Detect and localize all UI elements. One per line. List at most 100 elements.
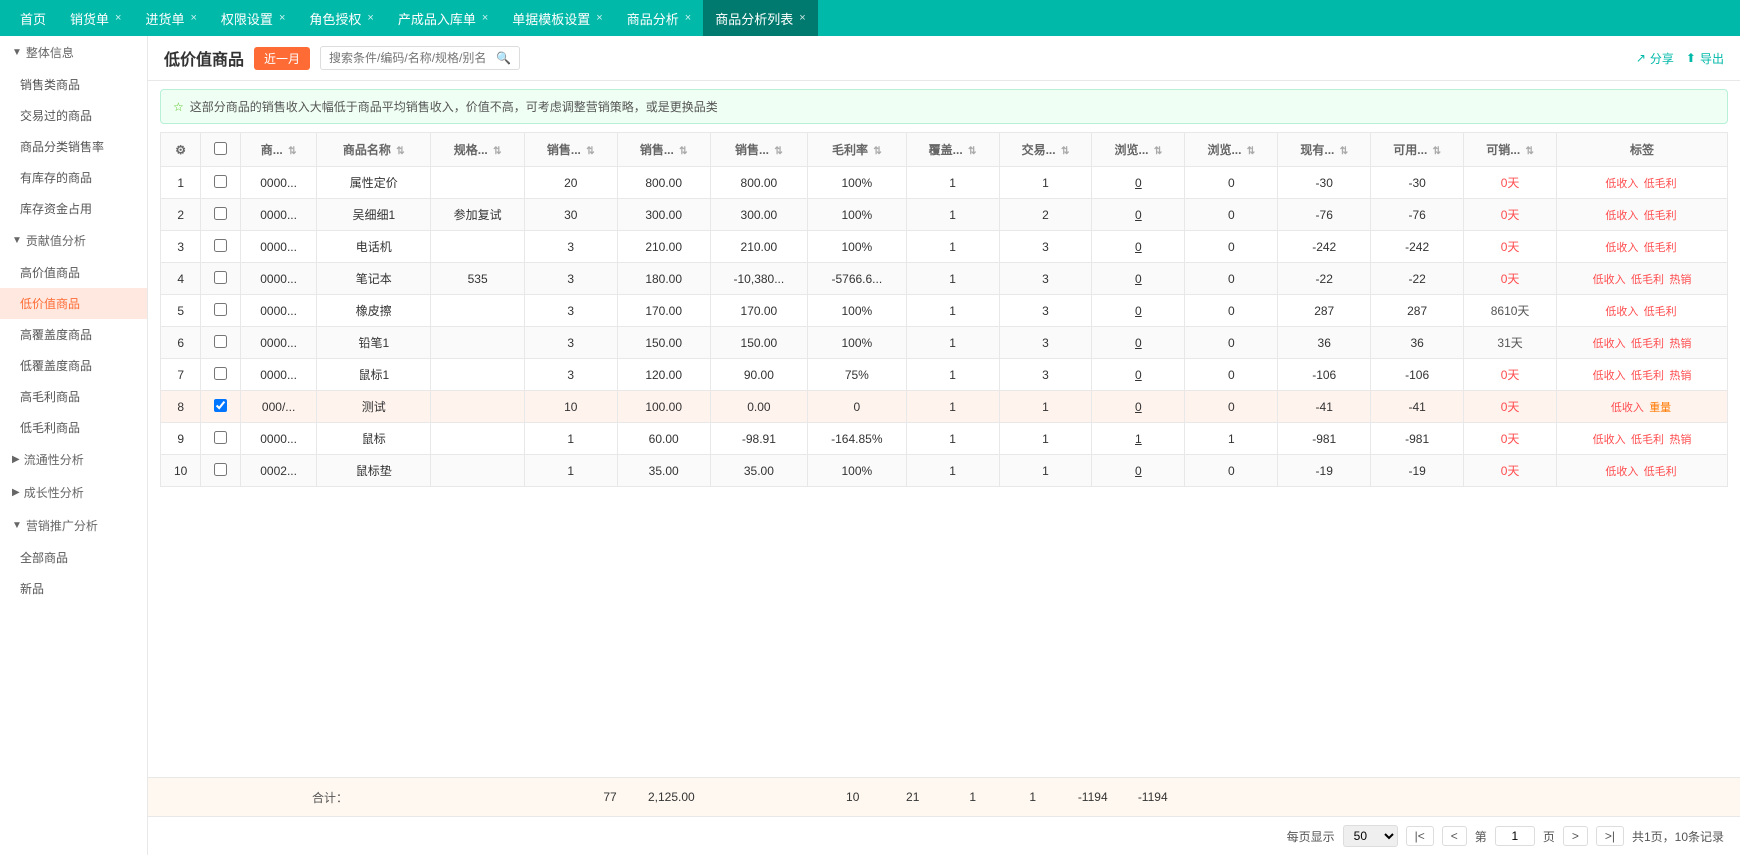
sidebar-item-low-coverage[interactable]: 低覆盖度商品 <box>0 350 147 381</box>
select-all-checkbox[interactable] <box>214 142 227 155</box>
col-margin[interactable]: 毛利率 ⇅ <box>808 133 906 167</box>
cell-view1[interactable]: 0 <box>1092 199 1185 231</box>
row-checkbox[interactable] <box>214 367 227 380</box>
col-saleable[interactable]: 可销... ⇅ <box>1464 133 1557 167</box>
sidebar-group-overall[interactable]: ▼ 整体信息 <box>0 36 147 69</box>
cell-checkbox[interactable] <box>201 263 241 295</box>
nav-item-warehouse[interactable]: 产成品入库单 × <box>386 0 500 36</box>
cell-view1[interactable]: 0 <box>1092 263 1185 295</box>
cell-checkbox[interactable] <box>201 391 241 423</box>
cell-view1[interactable]: 0 <box>1092 455 1185 487</box>
nav-item-analysis-list[interactable]: 商品分析列表 × <box>703 0 817 36</box>
row-checkbox[interactable] <box>214 207 227 220</box>
sidebar-item-capital[interactable]: 库存资金占用 <box>0 193 147 224</box>
col-coverage[interactable]: 覆盖... ⇅ <box>906 133 999 167</box>
cell-view1[interactable]: 0 <box>1092 167 1185 199</box>
last-page-button[interactable]: >| <box>1596 826 1624 846</box>
cell-checkbox[interactable] <box>201 167 241 199</box>
close-icon[interactable]: × <box>279 12 285 24</box>
col-sale-price[interactable]: 销售... ⇅ <box>710 133 807 167</box>
close-icon[interactable]: × <box>799 12 805 24</box>
nav-item-permissions[interactable]: 权限设置 × <box>209 0 297 36</box>
sidebar-item-high-margin[interactable]: 高毛利商品 <box>0 381 147 412</box>
row-checkbox[interactable] <box>214 271 227 284</box>
page-size-select[interactable]: 50 100 <box>1343 825 1398 847</box>
sidebar-item-sales-goods[interactable]: 销售类商品 <box>0 69 147 100</box>
close-icon[interactable]: × <box>190 12 196 24</box>
cell-view1[interactable]: 0 <box>1092 391 1185 423</box>
close-icon[interactable]: × <box>482 12 488 24</box>
col-available[interactable]: 可用... ⇅ <box>1371 133 1464 167</box>
filter-recent-month-button[interactable]: 近一月 <box>254 47 310 70</box>
sidebar-item-high-coverage[interactable]: 高覆盖度商品 <box>0 319 147 350</box>
sidebar-item-traded-goods[interactable]: 交易过的商品 <box>0 100 147 131</box>
col-spec[interactable]: 规格... ⇅ <box>431 133 524 167</box>
view-link[interactable]: 0 <box>1135 368 1142 382</box>
view-link[interactable]: 0 <box>1135 304 1142 318</box>
row-checkbox[interactable] <box>214 303 227 316</box>
search-icon[interactable]: 🔍 <box>496 51 511 65</box>
nav-item-roles[interactable]: 角色授权 × <box>297 0 385 36</box>
sort-icon[interactable]: ⇅ <box>586 146 594 157</box>
cell-checkbox[interactable] <box>201 327 241 359</box>
row-checkbox[interactable] <box>214 463 227 476</box>
nav-item-template[interactable]: 单据模板设置 × <box>500 0 614 36</box>
sort-icon[interactable]: ⇅ <box>396 146 404 157</box>
sidebar-group-growth[interactable]: ▶ 成长性分析 <box>0 476 147 509</box>
row-checkbox[interactable] <box>214 431 227 444</box>
col-code[interactable]: 商... ⇅ <box>241 133 317 167</box>
close-icon[interactable]: × <box>115 12 121 24</box>
view-link[interactable]: 0 <box>1135 240 1142 254</box>
view-link[interactable]: 0 <box>1135 272 1142 286</box>
cell-view1[interactable]: 1 <box>1092 423 1185 455</box>
close-icon[interactable]: × <box>367 12 373 24</box>
sort-icon[interactable]: ⇅ <box>1340 146 1348 157</box>
sidebar-group-marketing[interactable]: ▼ 营销推广分析 <box>0 509 147 542</box>
sort-icon[interactable]: ⇅ <box>873 146 881 157</box>
sort-icon[interactable]: ⇅ <box>1154 146 1162 157</box>
sort-icon[interactable]: ⇅ <box>1247 146 1255 157</box>
sidebar-item-new-goods[interactable]: 新品 <box>0 573 147 604</box>
nav-item-analysis[interactable]: 商品分析 × <box>615 0 703 36</box>
row-checkbox[interactable] <box>214 399 227 412</box>
view-link[interactable]: 0 <box>1135 464 1142 478</box>
sort-icon[interactable]: ⇅ <box>679 146 687 157</box>
col-view2[interactable]: 浏览... ⇅ <box>1185 133 1278 167</box>
row-checkbox[interactable] <box>214 239 227 252</box>
view-link[interactable]: 0 <box>1135 208 1142 222</box>
nav-item-sales[interactable]: 销货单 × <box>58 0 133 36</box>
col-sale-amount[interactable]: 销售... ⇅ <box>617 133 710 167</box>
cell-checkbox[interactable] <box>201 423 241 455</box>
sort-icon[interactable]: ⇅ <box>1061 146 1069 157</box>
close-icon[interactable]: × <box>685 12 691 24</box>
sidebar-item-low-margin[interactable]: 低毛利商品 <box>0 412 147 443</box>
sidebar-item-stock-goods[interactable]: 有库存的商品 <box>0 162 147 193</box>
sidebar-item-low-value[interactable]: 低价值商品 <box>0 288 147 319</box>
sort-icon[interactable]: ⇅ <box>1433 146 1441 157</box>
cell-view1[interactable]: 0 <box>1092 295 1185 327</box>
row-checkbox[interactable] <box>214 335 227 348</box>
sort-icon[interactable]: ⇅ <box>493 146 501 157</box>
col-trade[interactable]: 交易... ⇅ <box>999 133 1092 167</box>
col-sale-qty[interactable]: 销售... ⇅ <box>524 133 617 167</box>
sidebar-item-high-value[interactable]: 高价值商品 <box>0 257 147 288</box>
view-link[interactable]: 0 <box>1135 176 1142 190</box>
search-input[interactable] <box>329 51 492 65</box>
next-page-button[interactable]: > <box>1563 826 1588 846</box>
row-checkbox[interactable] <box>214 175 227 188</box>
first-page-button[interactable]: |< <box>1406 826 1434 846</box>
sort-icon[interactable]: ⇅ <box>968 146 976 157</box>
page-number-input[interactable] <box>1495 826 1535 846</box>
cell-checkbox[interactable] <box>201 455 241 487</box>
cell-view1[interactable]: 0 <box>1092 231 1185 263</box>
sidebar-item-category-rate[interactable]: 商品分类销售率 <box>0 131 147 162</box>
cell-view1[interactable]: 0 <box>1092 327 1185 359</box>
col-settings[interactable]: ⚙ <box>161 133 201 167</box>
prev-page-button[interactable]: < <box>1442 826 1467 846</box>
col-name[interactable]: 商品名称 ⇅ <box>317 133 431 167</box>
cell-checkbox[interactable] <box>201 359 241 391</box>
view-link[interactable]: 0 <box>1135 400 1142 414</box>
export-button[interactable]: ⬆ 导出 <box>1686 50 1724 67</box>
sort-icon[interactable]: ⇅ <box>1526 146 1534 157</box>
share-button[interactable]: ↗ 分享 <box>1636 50 1674 67</box>
